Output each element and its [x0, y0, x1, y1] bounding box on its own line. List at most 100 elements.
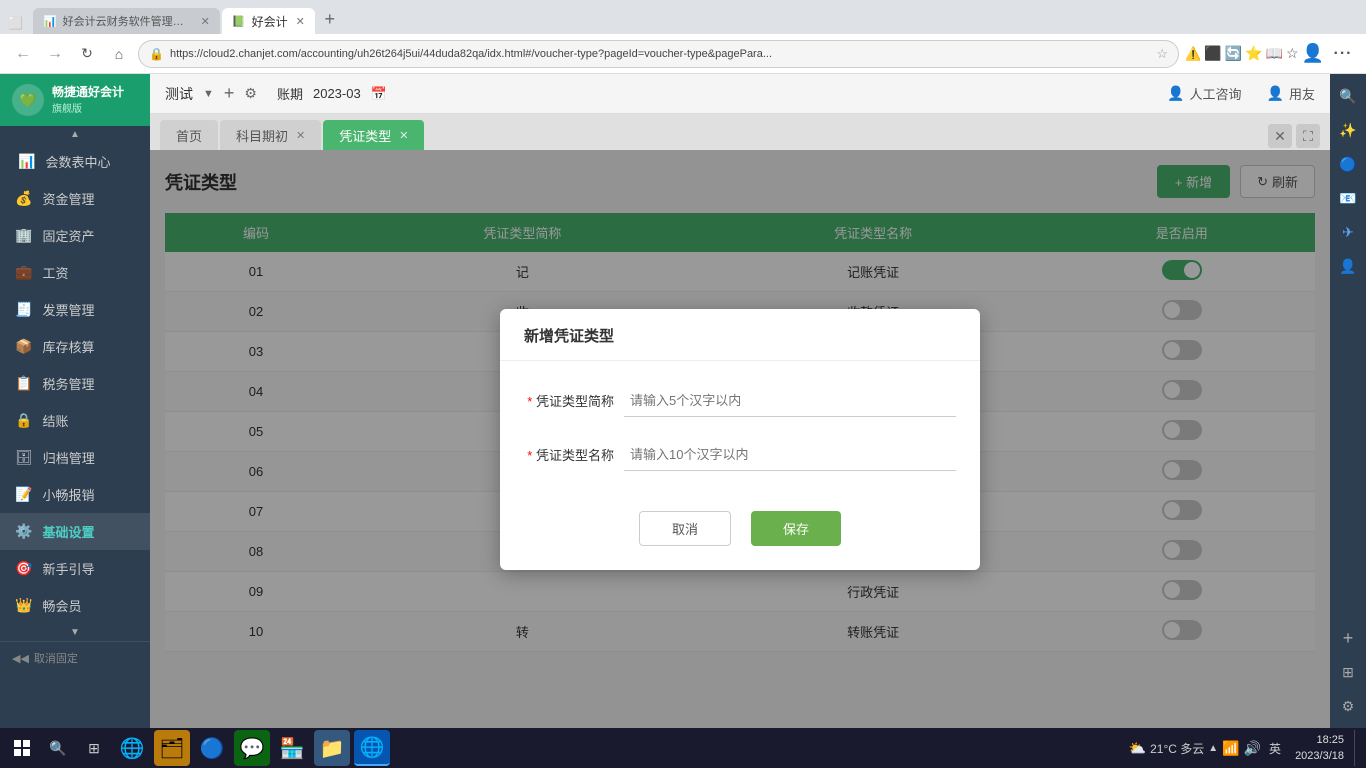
period-value: 2023-03 — [313, 86, 361, 101]
sidebar-item-invoice[interactable]: 🧾 发票管理 — [0, 291, 150, 328]
sidebar-item-guide[interactable]: 🎯 新手引导 — [0, 550, 150, 587]
more-btn[interactable]: ··· — [1330, 41, 1356, 67]
back-btn[interactable]: ← — [10, 41, 36, 67]
right-search-icon[interactable]: 🔍 — [1334, 82, 1362, 110]
sidebar-item-settings[interactable]: ⚙️ 基础设置 — [0, 513, 150, 550]
taskbar-store-app[interactable]: 🏪 — [274, 730, 310, 766]
tab-expand-icon[interactable]: ⛶ — [1296, 124, 1320, 148]
tab-1-title: 好会计云财务软件管理系统_会计 — [63, 13, 193, 29]
tab-1-close[interactable]: ✕ — [201, 15, 210, 28]
sidebar-item-inventory[interactable]: 📦 库存核算 — [0, 328, 150, 365]
tab-voucher-type[interactable]: 凭证类型 ✕ — [323, 120, 424, 150]
user-profile[interactable]: 👤 — [1302, 43, 1324, 64]
extension-1[interactable]: ⬛ — [1204, 45, 1221, 62]
right-sparkle-icon[interactable]: ✨ — [1334, 116, 1362, 144]
tab-home[interactable]: 首页 — [160, 120, 218, 150]
abbr-label: * 凭证类型简称 — [524, 391, 624, 410]
closing-icon: 🔒 — [15, 412, 32, 429]
sidebar-item-fixed-assets[interactable]: 🏢 固定资产 — [0, 217, 150, 254]
taskbar-lang: 英 — [1265, 740, 1285, 757]
nav-bar: ← → ↻ ⌂ 🔒 https://cloud2.chanjet.com/acc… — [0, 34, 1366, 74]
taskbar-browser-app[interactable]: 🌐 — [354, 730, 390, 766]
scroll-up[interactable]: ▲ — [0, 126, 150, 143]
window-controls: ⬜ — [8, 16, 23, 34]
tab-2-favicon: 📗 — [232, 15, 246, 28]
sidebar-item-dashboard[interactable]: 📊 会数表中心 — [0, 143, 150, 180]
tab-1[interactable]: 📊 好会计云财务软件管理系统_会计 ✕ — [33, 8, 220, 34]
cancel-btn[interactable]: 取消 — [639, 511, 731, 546]
right-send-icon[interactable]: ✈ — [1334, 218, 1362, 246]
sidebar-item-expense[interactable]: 📝 小畅报销 — [0, 476, 150, 513]
form-row-abbr: * 凭证类型简称 — [524, 385, 956, 417]
reload-btn[interactable]: ↻ — [74, 41, 100, 67]
home-btn[interactable]: ⌂ — [106, 41, 132, 67]
abbr-input[interactable] — [624, 385, 956, 417]
right-add-icon[interactable]: + — [1334, 624, 1362, 652]
scroll-down[interactable]: ▼ — [0, 624, 150, 641]
help-icon: 👤 — [1167, 85, 1184, 102]
sidebar-item-tax[interactable]: 📋 税务管理 — [0, 365, 150, 402]
right-user-icon[interactable]: 👤 — [1334, 252, 1362, 280]
tab-2-close[interactable]: ✕ — [296, 15, 305, 28]
taskbar-file-app[interactable]: 🗂 — [154, 730, 190, 766]
taskbar-search-btn[interactable]: 🔍 — [42, 732, 74, 764]
help-btn[interactable]: 👤 人工咨询 — [1167, 84, 1241, 103]
star-icon[interactable]: ☆ — [1156, 46, 1168, 62]
workspace-settings-icon[interactable]: ⚙ — [244, 85, 257, 102]
sidebar-item-closing[interactable]: 🔒 结账 — [0, 402, 150, 439]
dialog-footer: 取消 保存 — [500, 503, 980, 570]
taskbar-arrow-up[interactable]: ▲ — [1208, 743, 1218, 754]
required-star-2: * — [527, 448, 532, 463]
taskbar-clock[interactable]: 18:25 2023/3/18 — [1289, 732, 1350, 765]
extension-3[interactable]: ⭐ — [1245, 45, 1262, 62]
user-btn[interactable]: 👤 用友 — [1267, 84, 1315, 103]
sidebar-item-capital[interactable]: 💰 资金管理 — [0, 180, 150, 217]
save-btn[interactable]: 保存 — [751, 511, 841, 546]
sidebar-logo: 💚 畅捷通好会计 旗舰版 — [0, 74, 150, 126]
workspace-name: 测试 — [165, 84, 193, 104]
taskbar-multitask-btn[interactable]: ⊞ — [78, 732, 110, 764]
forward-btn[interactable]: → — [42, 41, 68, 67]
tab-2[interactable]: 📗 好会计 ✕ — [222, 8, 315, 34]
taskbar-volume-icon[interactable]: 🔊 — [1244, 740, 1261, 757]
tab-subject-close[interactable]: ✕ — [296, 129, 305, 142]
name-input[interactable] — [624, 439, 956, 471]
taskbar-weather-icon: ⛅ — [1129, 740, 1146, 757]
calendar-icon[interactable]: 📅 — [371, 86, 387, 102]
fixed-assets-icon: 🏢 — [15, 227, 32, 244]
taskbar-mail-app[interactable]: 📁 — [314, 730, 350, 766]
show-desktop-btn[interactable] — [1354, 730, 1360, 766]
window-tab-icon: ⬜ — [8, 16, 23, 30]
reading-mode[interactable]: 📖 — [1266, 45, 1283, 62]
tab-subject[interactable]: 科目期初 ✕ — [220, 120, 321, 150]
right-grid-icon[interactable]: ⊞ — [1334, 658, 1362, 686]
taskbar-edge-app[interactable]: 🌐 — [114, 730, 150, 766]
sidebar-item-payroll[interactable]: 💼 工资 — [0, 254, 150, 291]
workspace-dropdown-icon[interactable]: ▼ — [203, 88, 214, 100]
new-tab-btn[interactable]: + — [317, 8, 343, 34]
cancel-fixed-btn[interactable]: ◀◀ 取消固定 — [0, 641, 150, 674]
start-btn[interactable] — [6, 732, 38, 764]
right-settings-icon[interactable]: ⚙ — [1334, 692, 1362, 720]
workspace-add-icon[interactable]: + — [224, 83, 235, 104]
dialog: 新增凭证类型 * 凭证类型简称 — [500, 309, 980, 570]
extension-2[interactable]: 🔄 — [1225, 45, 1242, 62]
tab-collapse-icon[interactable]: ✕ — [1268, 124, 1292, 148]
taskbar-chrome-app[interactable]: 🔵 — [194, 730, 230, 766]
taskbar-wechat-app[interactable]: 💬 — [234, 730, 270, 766]
alert-icon[interactable]: ⚠️ — [1185, 46, 1201, 62]
address-bar[interactable]: 🔒 https://cloud2.chanjet.com/accounting/… — [138, 40, 1179, 68]
logo-sub: 旗舰版 — [52, 100, 124, 115]
right-blue-icon[interactable]: 🔵 — [1334, 150, 1362, 178]
tab-voucher-close[interactable]: ✕ — [399, 129, 408, 142]
lock-icon: 🔒 — [149, 47, 164, 61]
workspace-bar: 测试 ▼ + ⚙ 账期 2023-03 📅 👤 人工咨询 👤 用友 — [150, 74, 1330, 114]
sidebar-item-archive[interactable]: 🗄 归档管理 — [0, 439, 150, 476]
invoice-icon: 🧾 — [15, 301, 32, 318]
sidebar-item-member[interactable]: 👑 畅会员 — [0, 587, 150, 624]
tab-1-favicon: 📊 — [43, 15, 57, 28]
address-url: https://cloud2.chanjet.com/accounting/uh… — [170, 48, 1150, 60]
right-email-icon[interactable]: 📧 — [1334, 184, 1362, 212]
fav-icon[interactable]: ☆ — [1286, 45, 1299, 62]
inventory-icon: 📦 — [15, 338, 32, 355]
